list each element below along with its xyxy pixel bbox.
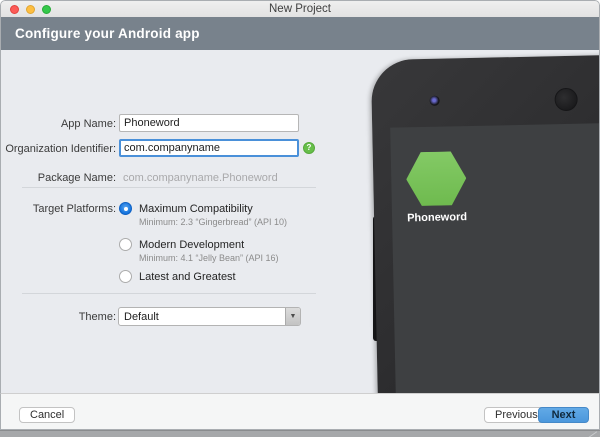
divider — [22, 187, 316, 188]
app-name-input[interactable] — [119, 114, 299, 132]
window-title: New Project — [1, 3, 599, 15]
radio-maximum-compatibility[interactable] — [119, 202, 132, 215]
radio-latest-and-greatest[interactable] — [119, 270, 132, 283]
organization-identifier-label: Organization Identifier: — [1, 143, 116, 155]
titlebar: New Project — [0, 0, 600, 17]
radio-modern-development[interactable] — [119, 238, 132, 251]
radio-modern-development-label[interactable]: Modern Development — [139, 239, 244, 251]
divider — [22, 293, 316, 294]
page-title: Configure your Android app — [15, 26, 200, 41]
radio-maximum-compatibility-sublabel: Minimum: 2.3 “Gingerbread” (API 10) — [139, 217, 287, 227]
new-project-dialog: New Project Configure your Android app P… — [0, 0, 600, 437]
organization-identifier-input[interactable] — [119, 139, 299, 157]
resize-grip[interactable] — [586, 431, 597, 437]
theme-label: Theme: — [1, 311, 116, 323]
app-name-label: App Name: — [1, 118, 116, 130]
phone-body: Phoneword — [371, 54, 600, 393]
radio-maximum-compatibility-label[interactable]: Maximum Compatibility — [139, 203, 253, 215]
phone-speaker-icon — [554, 88, 577, 111]
wizard-content: Phoneword App Name: Organization Identif… — [0, 50, 600, 393]
theme-dropdown[interactable]: Default ▼ — [118, 307, 301, 326]
app-hexagon-icon — [406, 150, 467, 207]
phone-screen: Phoneword — [390, 121, 600, 393]
phone-camera-icon — [430, 96, 440, 106]
target-platforms-label: Target Platforms: — [1, 203, 116, 215]
dialog-footer: Cancel Previous Next — [0, 393, 600, 430]
package-name-label: Package Name: — [1, 172, 116, 184]
device-preview: Phoneword — [372, 60, 600, 393]
next-button[interactable]: Next — [538, 407, 589, 423]
cancel-button[interactable]: Cancel — [19, 407, 75, 423]
radio-latest-and-greatest-label[interactable]: Latest and Greatest — [139, 271, 236, 283]
app-icon-label: Phoneword — [387, 211, 487, 225]
desktop-background-strip — [0, 430, 600, 437]
chevron-down-icon[interactable]: ▼ — [285, 308, 300, 325]
package-name-value: com.companyname.Phoneword — [123, 172, 278, 184]
help-icon[interactable]: ? — [303, 142, 315, 154]
theme-dropdown-value: Default — [119, 311, 285, 323]
radio-modern-development-sublabel: Minimum: 4.1 “Jelly Bean” (API 16) — [139, 253, 279, 263]
wizard-header: Configure your Android app — [0, 17, 600, 50]
